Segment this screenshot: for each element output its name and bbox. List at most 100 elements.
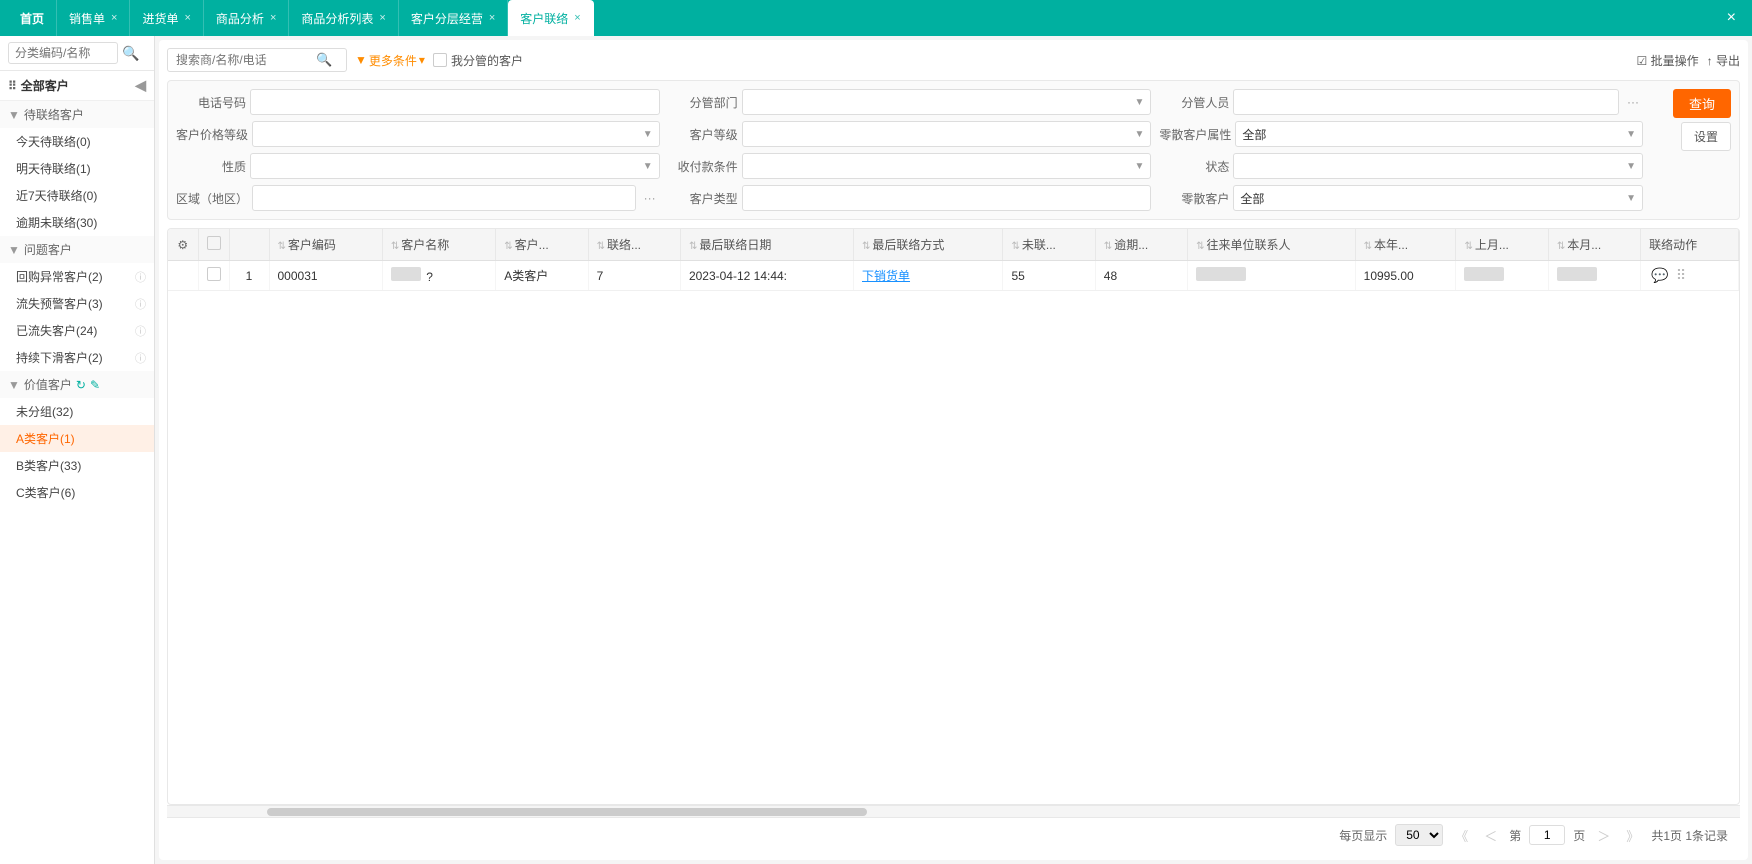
sidebar-item-tomorrow[interactable]: 明天待联络(1) [0,155,154,182]
price-level-select[interactable]: ▼ [252,121,660,147]
sidebar-section-pending[interactable]: ▼ 待联络客户 [0,101,154,128]
row-chat-icon[interactable]: 💬 [1651,267,1668,283]
th-code-label: 客户编码 [288,238,336,252]
close-product-analysis-icon[interactable]: × [270,12,276,24]
sidebar-item-c-class[interactable]: C类客户(6) [0,479,154,506]
sidebar-item-today[interactable]: 今天待联络(0) [0,128,154,155]
query-button[interactable]: 查询 [1673,89,1731,118]
th-action: 联络动作 [1641,229,1739,261]
nav-tab-customer-contact-label: 客户联络 [520,10,568,27]
nav-tab-purchase-label: 进货单 [142,10,178,27]
retail-attr-select[interactable]: 全部 ▼ [1235,121,1643,147]
nav-tab-customer-contact[interactable]: 客户联络 × [508,0,593,36]
sidebar-section-problem[interactable]: ▼ 问题客户 [0,236,154,263]
person-dots-button[interactable]: ··· [1623,95,1643,109]
nature-select[interactable]: ▼ [250,153,660,179]
retail-attr-arrow: ▼ [1626,129,1636,140]
retail-select[interactable]: 全部 ▼ [1233,185,1643,211]
sidebar-item-near7[interactable]: 近7天待联络(0) [0,182,154,209]
row-name-char: ? [426,270,433,284]
sidebar-search-area: 🔍 [0,36,154,71]
batch-op-button[interactable]: ☑ 批量操作 [1637,52,1699,69]
close-customer-segment-icon[interactable]: × [489,12,495,24]
customer-level-select[interactable]: ▼ [742,121,1152,147]
close-product-list-icon[interactable]: × [379,12,385,24]
decline-info-icon[interactable]: ⓘ [135,350,146,366]
sidebar-item-overdue[interactable]: 逾期未联络(30) [0,209,154,236]
row-contact: 7 [597,269,604,283]
th-no-contact: ⇅未联... [1003,229,1095,261]
th-last-way: ⇅最后联络方式 [854,229,1003,261]
nav-tab-sales[interactable]: 销售单 × [57,0,130,36]
repeat-abnormal-info-icon[interactable]: ⓘ [135,269,146,285]
sidebar-section-value[interactable]: ▼ 价值客户 ↻ ✎ [0,371,154,398]
nav-tab-purchase[interactable]: 进货单 × [130,0,203,36]
sidebar-search-icon[interactable]: 🔍 [122,45,139,62]
close-all-tabs-button[interactable]: × [1719,9,1744,27]
filter-search-icon[interactable]: 🔍 [316,52,332,68]
sidebar-item-decline[interactable]: 持续下滑客户(2) ⓘ [0,344,154,371]
th-last-date: ⇅最后联络日期 [680,229,853,261]
person-input[interactable] [1233,89,1619,115]
last-page-button[interactable]: 》 [1622,826,1643,845]
row-checkbox[interactable] [207,267,221,281]
sidebar-collapse-button[interactable]: ◀ [135,77,146,94]
row-last-way[interactable]: 下销货单 [862,269,910,283]
sidebar-header-label: 全部客户 [21,77,69,94]
page-label: 第 [1509,827,1521,844]
close-sales-icon[interactable]: × [111,12,117,24]
more-conditions-button[interactable]: ▼ 更多条件 ▾ [355,52,425,69]
th-num [229,229,269,261]
row-qr-icon[interactable]: ⠿ [1676,267,1686,283]
th-type-label: 客户... [515,238,549,252]
nav-tab-home[interactable]: 首页 [8,0,57,36]
settings-button[interactable]: 设置 [1681,122,1731,151]
close-customer-contact-icon[interactable]: × [574,12,580,24]
region-dots-button[interactable]: ··· [640,191,660,205]
sidebar-item-repeat-abnormal[interactable]: 回购异常客户(2) ⓘ [0,263,154,290]
lost-predict-info-icon[interactable]: ⓘ [135,296,146,312]
filter-search-input[interactable] [176,53,316,67]
prev-page-button[interactable]: ＜ [1480,826,1501,845]
sidebar-item-b-class[interactable]: B类客户(33) [0,452,154,479]
horizontal-scrollbar[interactable] [167,805,1740,817]
nav-tab-customer-segment[interactable]: 客户分层经营 × [399,0,508,36]
value-edit-icon[interactable]: ✎ [90,378,100,392]
close-purchase-icon[interactable]: × [184,12,190,24]
region-input[interactable] [252,185,636,211]
page-size-select[interactable]: 50 [1395,824,1443,846]
sidebar-item-unclassified[interactable]: 未分组(32) [0,398,154,425]
retail-attr-text: 全部 [1242,126,1266,143]
customer-type-input[interactable] [742,185,1152,211]
phone-input[interactable] [250,89,660,115]
status-select[interactable]: ▼ [1233,153,1643,179]
unclassified-label: 未分组(32) [16,403,146,420]
header-checkbox[interactable] [207,236,221,250]
table-gear-icon[interactable]: ⚙ [177,238,188,252]
nav-tab-product-list[interactable]: 商品分析列表 × [289,0,398,36]
near7-label: 近7天待联络(0) [16,187,146,204]
export-button[interactable]: ↑ 导出 [1707,52,1740,69]
dept-select[interactable]: ▼ [742,89,1152,115]
value-section-arrow: ▼ [8,378,20,392]
payment-select[interactable]: ▼ [742,153,1152,179]
first-page-button[interactable]: 《 [1451,826,1472,845]
sidebar-item-a-class[interactable]: A类客户(1) [0,425,154,452]
filter-cell-status: 状态 ▼ [1159,153,1643,179]
lost-info-icon[interactable]: ⓘ [135,323,146,339]
scroll-thumb[interactable] [267,808,867,816]
value-refresh-icon[interactable]: ↻ [76,378,86,392]
status-arrow: ▼ [1626,161,1636,172]
my-customers-checkbox[interactable] [433,53,447,67]
th-this-year: ⇅本年... [1355,229,1456,261]
next-page-button[interactable]: ＞ [1593,826,1614,845]
nav-tab-product-analysis[interactable]: 商品分析 × [204,0,289,36]
page-size-label: 每页显示 [1339,827,1387,844]
sidebar-item-lost[interactable]: 已流失客户(24) ⓘ [0,317,154,344]
my-customers-checkbox-area[interactable]: 我分管的客户 [433,52,523,69]
sidebar-item-lost-predict[interactable]: 流失预警客户(3) ⓘ [0,290,154,317]
page-input[interactable] [1529,825,1565,845]
filter-cell-dept: 分管部门 ▼ [668,89,1152,115]
th-last-date-label: 最后联络日期 [699,238,771,252]
sidebar-search-input[interactable] [8,42,118,64]
